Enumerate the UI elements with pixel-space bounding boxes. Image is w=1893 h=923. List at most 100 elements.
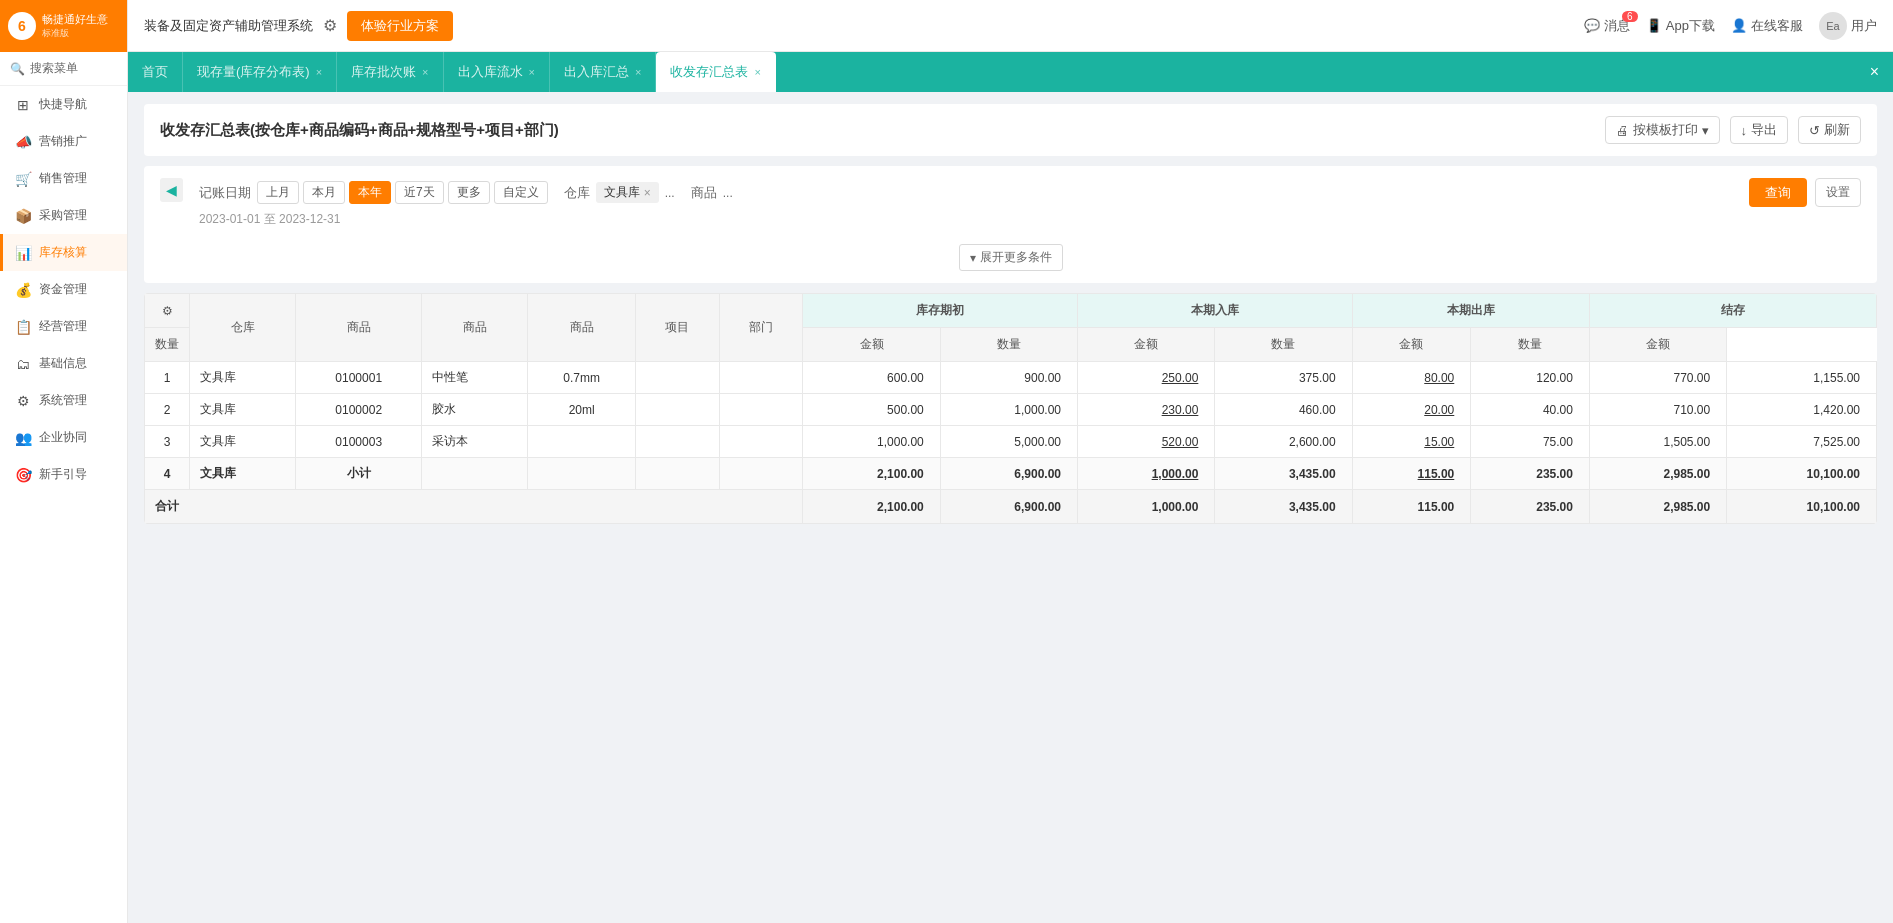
date-btn-this-month[interactable]: 本月: [303, 181, 345, 204]
refresh-button[interactable]: ↺ 刷新: [1798, 116, 1861, 144]
sidebar-item-label: 采购管理: [39, 207, 87, 224]
tab-in-out-flow-close[interactable]: ×: [529, 66, 535, 78]
expand-icon: ▾: [970, 251, 976, 265]
sidebar-item-inventory[interactable]: 📊 库存核算: [0, 234, 127, 271]
header-settings-icon[interactable]: ⚙: [323, 16, 337, 35]
row3-opening-amt: 5,000.00: [940, 426, 1077, 458]
total-closing-amt: 10,100.00: [1727, 490, 1877, 524]
subtotal-empty4: [719, 458, 803, 490]
row1-in-amt: 375.00: [1215, 362, 1352, 394]
row2-goods-name: 胶水: [422, 394, 528, 426]
col-out-qty-header: 数量: [1215, 328, 1352, 362]
filter-goods-item: 商品 ...: [691, 184, 733, 202]
date-btn-this-year[interactable]: 本年: [349, 181, 391, 204]
sidebar-item-base[interactable]: 🗂 基础信息: [0, 345, 127, 382]
date-range-text: 2023-01-01 至 2023-12-31: [199, 212, 340, 226]
tab-inventory-dist[interactable]: 现存量(库存分布表) ×: [183, 52, 337, 92]
row1-out-qty[interactable]: 80.00: [1352, 362, 1471, 394]
filter-collapse-button[interactable]: ◀: [160, 178, 183, 202]
row2-in-qty[interactable]: 230.00: [1078, 394, 1215, 426]
row3-out-qty[interactable]: 15.00: [1352, 426, 1471, 458]
filter-row-main: 记账日期 上月 本月 本年 近7天 更多 自定义 仓库: [199, 178, 1861, 207]
print-button[interactable]: 🖨 按模板打印 ▾: [1605, 116, 1720, 144]
row1-in-qty[interactable]: 250.00: [1078, 362, 1215, 394]
sidebar-search[interactable]: 🔍 搜索菜单: [0, 52, 127, 86]
tab-in-out-flow-label: 出入库流水: [458, 63, 523, 81]
sidebar-item-finance[interactable]: 💰 资金管理: [0, 271, 127, 308]
purchase-icon: 📦: [15, 208, 31, 224]
row3-in-qty[interactable]: 520.00: [1078, 426, 1215, 458]
expand-conditions-button[interactable]: ▾ 展开更多条件: [959, 244, 1063, 271]
date-btn-7days[interactable]: 近7天: [395, 181, 444, 204]
app-download-button[interactable]: 📱 App下载: [1646, 17, 1715, 35]
sidebar-item-marketing[interactable]: 📣 营销推广: [0, 123, 127, 160]
tab-stock-summary[interactable]: 收发存汇总表 ×: [656, 52, 775, 92]
date-btn-last-month[interactable]: 上月: [257, 181, 299, 204]
online-service-button[interactable]: 👤 在线客服: [1731, 17, 1803, 35]
col-goods-name-header: 商品: [422, 294, 528, 362]
message-badge: 6: [1622, 11, 1638, 22]
sidebar-item-system[interactable]: ⚙ 系统管理: [0, 382, 127, 419]
try-solution-button[interactable]: 体验行业方案: [347, 11, 453, 41]
sidebar-item-sales[interactable]: 🛒 销售管理: [0, 160, 127, 197]
goods-filter-label: 商品: [691, 184, 717, 202]
collab-icon: 👥: [15, 430, 31, 446]
tab-in-out-flow[interactable]: 出入库流水 ×: [444, 52, 550, 92]
row2-closing-amt: 1,420.00: [1727, 394, 1877, 426]
row1-no: 1: [145, 362, 190, 394]
subtotal-in-amt: 3,435.00: [1215, 458, 1352, 490]
tab-home[interactable]: 首页: [128, 52, 183, 92]
tab-batch-accounts[interactable]: 库存批次账 ×: [337, 52, 443, 92]
sidebar-item-operations[interactable]: 📋 经营管理: [0, 308, 127, 345]
tab-stock-summary-close[interactable]: ×: [754, 66, 760, 78]
date-btn-more[interactable]: 更多: [448, 181, 490, 204]
warehouse-more-button[interactable]: ...: [665, 186, 675, 200]
row3-project: [635, 426, 719, 458]
sidebar-item-guide[interactable]: 🎯 新手引导: [0, 456, 127, 493]
summary-table: ⚙ 仓库 商品 商品 商品 项目 部门 库存期初 本期入库 本期出库 结存: [144, 293, 1877, 524]
row2-goods-spec: 20ml: [528, 394, 635, 426]
row2-out-amt: 40.00: [1471, 394, 1590, 426]
goods-more-button[interactable]: ...: [723, 186, 733, 200]
tab-bar-close-button[interactable]: ×: [1856, 63, 1893, 81]
tab-in-out-summary-close[interactable]: ×: [635, 66, 641, 78]
message-button[interactable]: 💬 消息 6: [1584, 17, 1630, 35]
tab-in-out-summary-label: 出入库汇总: [564, 63, 629, 81]
date-btn-custom[interactable]: 自定义: [494, 181, 548, 204]
query-button[interactable]: 查询: [1749, 178, 1807, 207]
print-chevron-icon: ▾: [1702, 123, 1709, 138]
total-closing-qty: 2,985.00: [1589, 490, 1726, 524]
col-goods-code-header: 商品: [296, 294, 422, 362]
export-label: 导出: [1751, 121, 1777, 139]
row2-out-qty[interactable]: 20.00: [1352, 394, 1471, 426]
sales-icon: 🛒: [15, 171, 31, 187]
row2-opening-amt: 1,000.00: [940, 394, 1077, 426]
tab-inventory-dist-close[interactable]: ×: [316, 66, 322, 78]
sidebar-item-collab[interactable]: 👥 企业协同: [0, 419, 127, 456]
row3-out-amt: 75.00: [1471, 426, 1590, 458]
quick-nav-icon: ⊞: [15, 97, 31, 113]
subtotal-opening-amt: 6,900.00: [940, 458, 1077, 490]
sidebar-item-purchase[interactable]: 📦 采购管理: [0, 197, 127, 234]
col-settings-header[interactable]: ⚙: [145, 294, 190, 328]
warehouse-tag-close[interactable]: ×: [644, 186, 651, 200]
sidebar-item-quick-nav[interactable]: ⊞ 快捷导航: [0, 86, 127, 123]
header-right: 💬 消息 6 📱 App下载 👤 在线客服 Ea 用户: [1584, 12, 1877, 40]
page-title-bar: 收发存汇总表(按仓库+商品编码+商品+规格型号+项目+部门) 🖨 按模板打印 ▾…: [144, 104, 1877, 156]
warehouse-filter-label: 仓库: [564, 184, 590, 202]
row3-in-amt: 2,600.00: [1215, 426, 1352, 458]
row1-opening-qty: 600.00: [803, 362, 940, 394]
inventory-icon: 📊: [15, 245, 31, 261]
tab-stock-summary-label: 收发存汇总表: [670, 63, 748, 81]
export-button[interactable]: ↓ 导出: [1730, 116, 1789, 144]
expand-row: ▾ 展开更多条件: [160, 236, 1861, 271]
guide-icon: 🎯: [15, 467, 31, 483]
settings-button[interactable]: 设置: [1815, 178, 1861, 207]
row2-opening-qty: 500.00: [803, 394, 940, 426]
user-label: 用户: [1851, 17, 1877, 35]
tab-in-out-summary[interactable]: 出入库汇总 ×: [550, 52, 656, 92]
sidebar-item-label: 快捷导航: [39, 96, 87, 113]
tab-batch-accounts-close[interactable]: ×: [422, 66, 428, 78]
service-label: 在线客服: [1751, 17, 1803, 35]
user-menu-button[interactable]: Ea 用户: [1819, 12, 1877, 40]
